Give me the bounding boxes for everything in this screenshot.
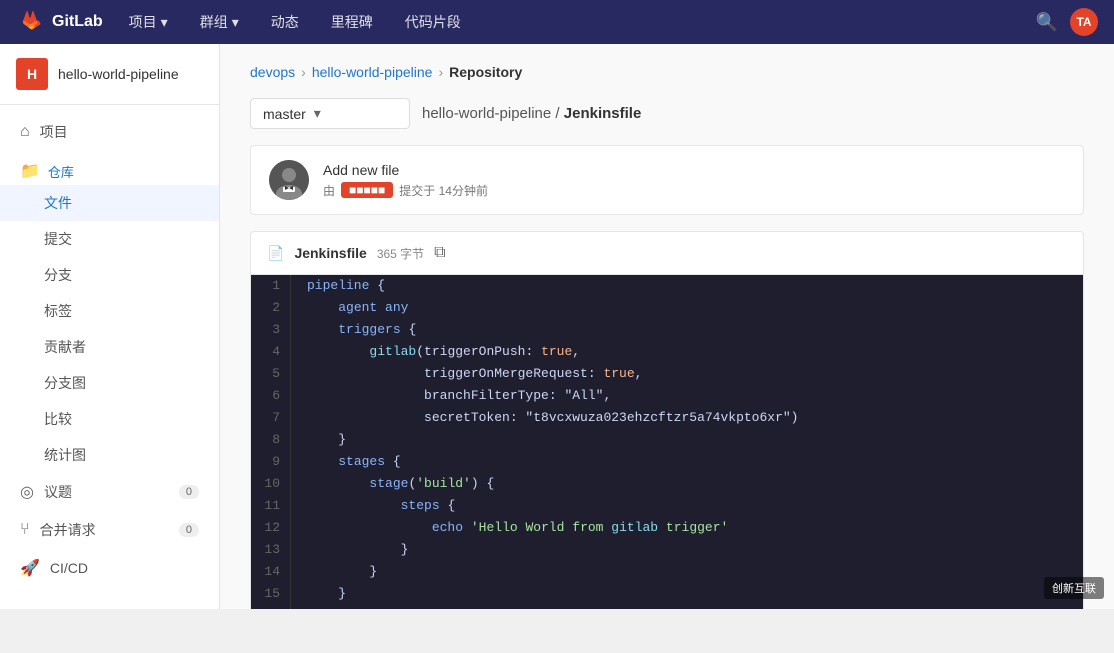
sidebar-item-contributors[interactable]: 贡献者: [0, 329, 219, 365]
sidebar-item-graph[interactable]: 分支图: [0, 365, 219, 401]
chevron-down-icon: ▾: [314, 105, 321, 122]
commit-details: Add new file 由 ■■■■■ 提交于 14分钟前: [323, 162, 1065, 199]
search-icon[interactable]: 🔍: [1036, 12, 1058, 33]
nav-projects[interactable]: 项目 ▾: [123, 8, 174, 36]
nav-milestones[interactable]: 里程碑: [325, 8, 379, 36]
merge-icon: ⑂: [20, 521, 30, 539]
commit-author-tag: ■■■■■: [341, 182, 393, 198]
code-line: 12 echo 'Hello World from gitlab trigger…: [251, 517, 1083, 539]
sidebar-item-files[interactable]: 文件: [0, 185, 219, 221]
branch-selector[interactable]: master ▾: [250, 98, 410, 129]
gitlab-logo[interactable]: GitLab: [16, 8, 103, 36]
nav-activity[interactable]: 动态: [265, 8, 305, 36]
commit-message: Add new file: [323, 162, 1065, 178]
cicd-icon: 🚀: [20, 558, 40, 578]
code-line: 9 stages {: [251, 451, 1083, 473]
code-line: 13 }: [251, 539, 1083, 561]
sidebar-section-repository[interactable]: 📁 仓库: [0, 151, 219, 185]
breadcrumb-current: Repository: [449, 64, 522, 80]
code-line: 10 stage('build') {: [251, 473, 1083, 495]
code-line: 5 triggerOnMergeRequest: true,: [251, 363, 1083, 385]
nav-snippets[interactable]: 代码片段: [399, 8, 467, 36]
merge-badge: 0: [179, 523, 199, 537]
copy-icon[interactable]: ⧉: [434, 244, 445, 262]
code-line: 8 }: [251, 429, 1083, 451]
file-path-bar: master ▾ hello-world-pipeline / Jenkinsf…: [250, 98, 1084, 129]
topnav: GitLab 项目 ▾ 群组 ▾ 动态 里程碑 代码片段 🔍 TA: [0, 0, 1114, 44]
project-avatar: H: [16, 58, 48, 90]
user-avatar[interactable]: TA: [1070, 8, 1098, 36]
sidebar: H hello-world-pipeline ⌂ 项目 📁 仓库 文件 提交 分…: [0, 44, 220, 609]
sidebar-nav: ⌂ 项目 📁 仓库 文件 提交 分支 标签 贡献者: [0, 105, 219, 595]
breadcrumb-devops[interactable]: devops: [250, 64, 295, 80]
filename-label: Jenkinsfile: [294, 245, 366, 261]
code-line: 16}: [251, 605, 1083, 609]
commit-avatar: [269, 160, 309, 200]
file-icon: 📄: [267, 245, 284, 262]
commit-meta: 由 ■■■■■ 提交于 14分钟前: [323, 182, 1065, 199]
sidebar-item-issues[interactable]: ◎ 议题 0: [0, 473, 219, 511]
code-line: 14 }: [251, 561, 1083, 583]
breadcrumb: devops › hello-world-pipeline › Reposito…: [250, 64, 1084, 80]
commit-info: Add new file 由 ■■■■■ 提交于 14分钟前: [250, 145, 1084, 215]
sidebar-project-header: H hello-world-pipeline: [0, 44, 219, 105]
sidebar-item-merge-requests[interactable]: ⑂ 合并请求 0: [0, 511, 219, 549]
code-line: 2 agent any: [251, 297, 1083, 319]
sidebar-item-cicd[interactable]: 🚀 CI/CD: [0, 549, 219, 587]
code-line: 1pipeline {: [251, 275, 1083, 297]
file-path-text: hello-world-pipeline / Jenkinsfile: [422, 105, 641, 122]
main-content: devops › hello-world-pipeline › Reposito…: [220, 44, 1114, 609]
sidebar-item-commits[interactable]: 提交: [0, 221, 219, 257]
code-line: 4 gitlab(triggerOnPush: true,: [251, 341, 1083, 363]
code-line: 6 branchFilterType: "All",: [251, 385, 1083, 407]
code-line: 7 secretToken: "t8vcxwuza023ehzcftzr5a74…: [251, 407, 1083, 429]
nav-groups[interactable]: 群组 ▾: [194, 8, 245, 36]
code-line: 15 }: [251, 583, 1083, 605]
code-line: 3 triggers {: [251, 319, 1083, 341]
file-size: 365 字节: [377, 245, 424, 262]
file-viewer: 📄 Jenkinsfile 365 字节 ⧉ 1pipeline {2 agen…: [250, 231, 1084, 609]
issues-badge: 0: [179, 485, 199, 499]
home-icon: ⌂: [20, 123, 30, 141]
watermark: 创新互联: [1044, 577, 1104, 599]
breadcrumb-project[interactable]: hello-world-pipeline: [312, 64, 433, 80]
code-block: 1pipeline {2 agent any3 triggers {4 gitl…: [251, 275, 1083, 609]
file-viewer-header: 📄 Jenkinsfile 365 字节 ⧉: [251, 232, 1083, 275]
project-name: hello-world-pipeline: [58, 66, 179, 82]
code-line: 11 steps {: [251, 495, 1083, 517]
sidebar-item-project[interactable]: ⌂ 项目: [0, 113, 219, 151]
issues-icon: ◎: [20, 482, 34, 502]
sidebar-item-tags[interactable]: 标签: [0, 293, 219, 329]
sidebar-item-compare[interactable]: 比较: [0, 401, 219, 437]
book-icon: 📁: [20, 161, 40, 181]
sidebar-item-charts[interactable]: 统计图: [0, 437, 219, 473]
sidebar-item-branches[interactable]: 分支: [0, 257, 219, 293]
